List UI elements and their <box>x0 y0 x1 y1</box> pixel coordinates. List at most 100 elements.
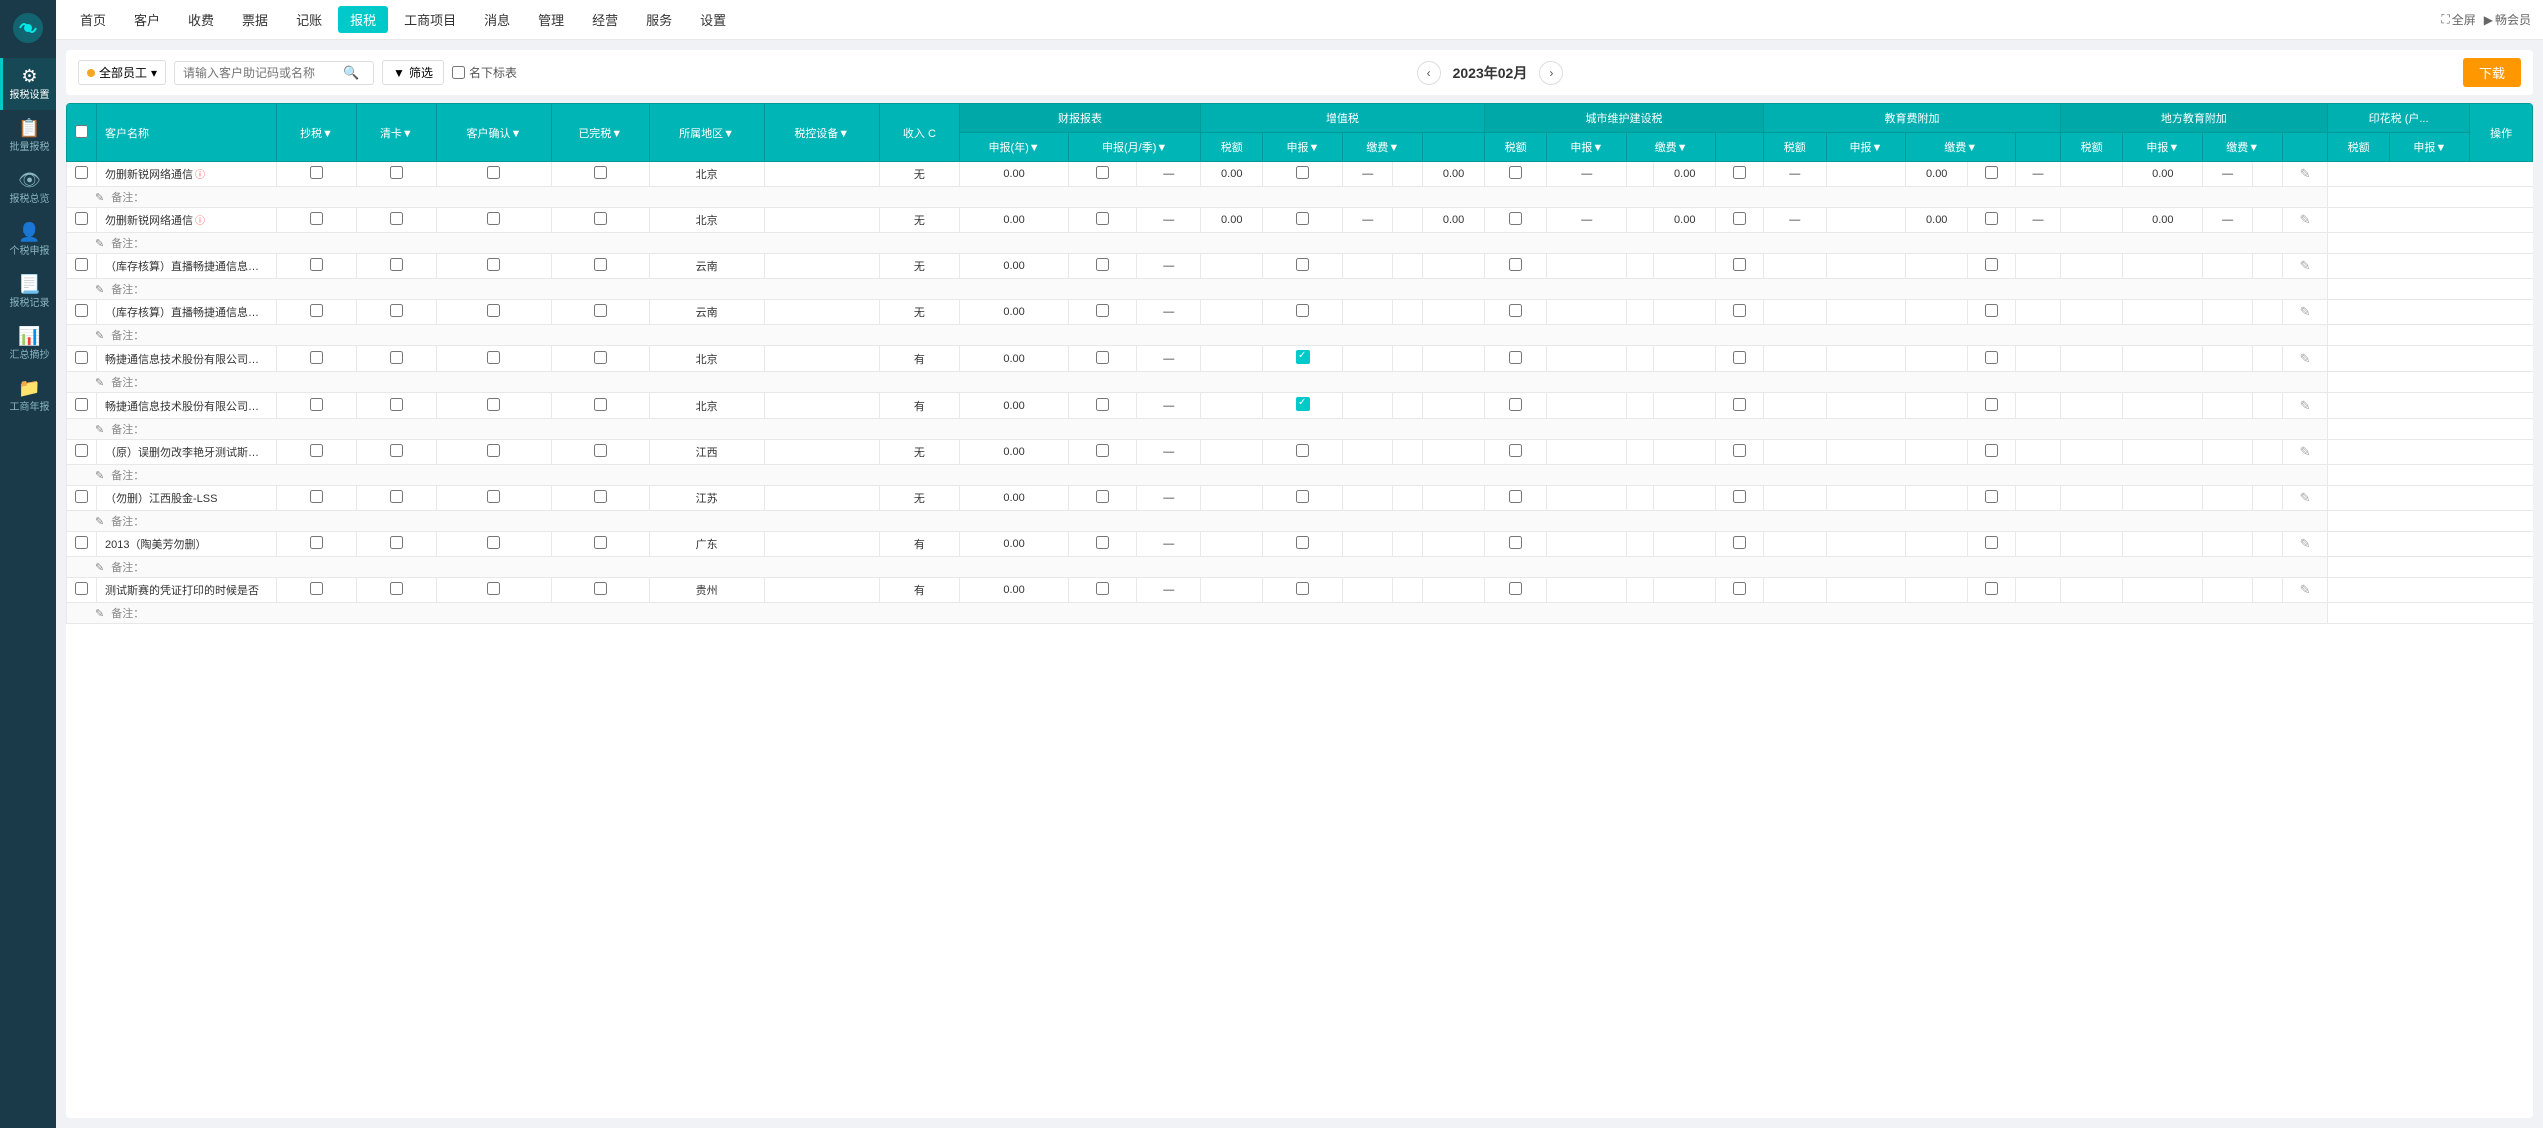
edit-button[interactable]: ✎ <box>2300 582 2311 597</box>
edu-shenb-checkbox[interactable] <box>1733 304 1746 317</box>
urban-shenb-checkbox[interactable] <box>1509 166 1522 179</box>
edu-shenb-checkbox[interactable] <box>1733 582 1746 595</box>
nav-shezhi[interactable]: 设置 <box>688 6 738 33</box>
vat-shenb-checkbox[interactable] <box>1296 304 1309 317</box>
row-checkbox[interactable] <box>1096 536 1109 549</box>
edu-shenb-checkbox[interactable] <box>1733 398 1746 411</box>
row-checkbox[interactable] <box>487 490 500 503</box>
edit-button[interactable]: ✎ <box>2300 444 2311 459</box>
urban-shenb-checkbox[interactable] <box>1509 351 1522 364</box>
local-edu-shenb-checkbox[interactable] <box>1985 351 1998 364</box>
urban-shenb-checkbox[interactable] <box>1509 258 1522 271</box>
row-select-checkbox[interactable] <box>75 490 88 503</box>
local-edu-shenb-checkbox[interactable] <box>1985 166 1998 179</box>
nav-fuwu[interactable]: 服务 <box>634 6 684 33</box>
search-input[interactable] <box>183 66 343 80</box>
row-checkbox[interactable] <box>390 490 403 503</box>
edu-shenb-checkbox[interactable] <box>1733 444 1746 457</box>
row-select-checkbox[interactable] <box>75 258 88 271</box>
sidebar-item-geshui[interactable]: 👤 个税申报 <box>0 214 56 266</box>
edit-button[interactable]: ✎ <box>2300 490 2311 505</box>
row-checkbox[interactable] <box>310 444 323 457</box>
row-checkbox[interactable] <box>390 304 403 317</box>
edit-button[interactable]: ✎ <box>2300 166 2311 181</box>
row-checkbox[interactable] <box>390 212 403 225</box>
row-checkbox[interactable] <box>1096 490 1109 503</box>
row-checkbox[interactable] <box>487 258 500 271</box>
row-checkbox[interactable] <box>487 444 500 457</box>
edit-button[interactable]: ✎ <box>2300 351 2311 366</box>
row-checkbox[interactable] <box>594 304 607 317</box>
row-checkbox[interactable] <box>487 582 500 595</box>
row-select-checkbox[interactable] <box>75 444 88 457</box>
row-checkbox[interactable] <box>390 398 403 411</box>
edu-shenb-checkbox[interactable] <box>1733 166 1746 179</box>
local-edu-shenb-checkbox[interactable] <box>1985 490 1998 503</box>
row-select-checkbox[interactable] <box>75 351 88 364</box>
nav-jingying[interactable]: 经营 <box>580 6 630 33</box>
row-checkbox[interactable] <box>594 490 607 503</box>
edit-button[interactable]: ✎ <box>2300 398 2311 413</box>
vip-btn[interactable]: ▶ 畅会员 <box>2484 11 2531 28</box>
nav-gongshang[interactable]: 工商项目 <box>392 6 468 33</box>
vat-shenb-checkbox[interactable] <box>1296 536 1309 549</box>
urban-shenb-checkbox[interactable] <box>1509 536 1522 549</box>
edu-shenb-checkbox[interactable] <box>1733 258 1746 271</box>
local-edu-shenb-checkbox[interactable] <box>1985 582 1998 595</box>
row-checkbox[interactable] <box>310 490 323 503</box>
prev-month-button[interactable]: ‹ <box>1417 61 1441 85</box>
vat-shenb-checkbox[interactable] <box>1296 490 1309 503</box>
row-checkbox[interactable] <box>487 304 500 317</box>
row-checkbox[interactable] <box>310 166 323 179</box>
sidebar-item-huizong[interactable]: 📊 汇总摘抄 <box>0 318 56 370</box>
row-checkbox[interactable] <box>310 304 323 317</box>
nav-shoufei[interactable]: 收费 <box>176 6 226 33</box>
sidebar-item-baoshui-zongjian[interactable]: 👁 报税总览 <box>0 162 56 214</box>
row-select-checkbox[interactable] <box>75 166 88 179</box>
select-all-checkbox[interactable] <box>75 125 88 138</box>
vat-shenb-checkbox[interactable] <box>1296 258 1309 271</box>
row-checkbox[interactable] <box>487 398 500 411</box>
edit-button[interactable]: ✎ <box>2300 258 2311 273</box>
row-checkbox[interactable] <box>390 536 403 549</box>
vat-shenb-checkbox[interactable] <box>1296 212 1309 225</box>
row-checkbox[interactable] <box>1096 304 1109 317</box>
row-checkbox[interactable] <box>594 582 607 595</box>
urban-shenb-checkbox[interactable] <box>1509 582 1522 595</box>
local-edu-shenb-checkbox[interactable] <box>1985 212 1998 225</box>
download-button[interactable]: 下载 <box>2463 58 2521 87</box>
row-checkbox[interactable] <box>1096 212 1109 225</box>
nav-guanli[interactable]: 管理 <box>526 6 576 33</box>
nav-baoshui[interactable]: 报税 <box>338 6 388 33</box>
row-checkbox[interactable] <box>487 166 500 179</box>
edu-shenb-checkbox[interactable] <box>1733 212 1746 225</box>
row-checkbox[interactable] <box>310 582 323 595</box>
row-checkbox[interactable] <box>1096 351 1109 364</box>
row-checkbox[interactable] <box>1096 166 1109 179</box>
edit-button[interactable]: ✎ <box>2300 536 2311 551</box>
row-checkbox[interactable] <box>390 166 403 179</box>
row-checkbox[interactable] <box>594 536 607 549</box>
next-month-button[interactable]: › <box>1539 61 1563 85</box>
local-edu-shenb-checkbox[interactable] <box>1985 444 1998 457</box>
row-select-checkbox[interactable] <box>75 582 88 595</box>
row-checkbox[interactable] <box>594 212 607 225</box>
nav-kehu[interactable]: 客户 <box>122 6 172 33</box>
nav-shouye[interactable]: 首页 <box>68 6 118 33</box>
row-checkbox[interactable] <box>310 351 323 364</box>
named-table-checkbox[interactable] <box>452 66 465 79</box>
urban-shenb-checkbox[interactable] <box>1509 490 1522 503</box>
employee-filter[interactable]: 全部员工 ▾ <box>78 60 166 85</box>
filter-button[interactable]: ▼ 筛选 <box>382 60 444 85</box>
sidebar-item-baoshui-shezhi[interactable]: ⚙ 报税设置 <box>0 58 56 110</box>
edit-button[interactable]: ✎ <box>2300 304 2311 319</box>
row-checkbox[interactable] <box>594 351 607 364</box>
sidebar-item-gongshang-nian[interactable]: 📁 工商年报 <box>0 370 56 422</box>
row-checkbox[interactable] <box>390 444 403 457</box>
row-checkbox[interactable] <box>594 444 607 457</box>
row-checkbox[interactable] <box>1096 398 1109 411</box>
row-checkbox[interactable] <box>390 582 403 595</box>
local-edu-shenb-checkbox[interactable] <box>1985 258 1998 271</box>
row-select-checkbox[interactable] <box>75 304 88 317</box>
row-checkbox[interactable] <box>594 398 607 411</box>
